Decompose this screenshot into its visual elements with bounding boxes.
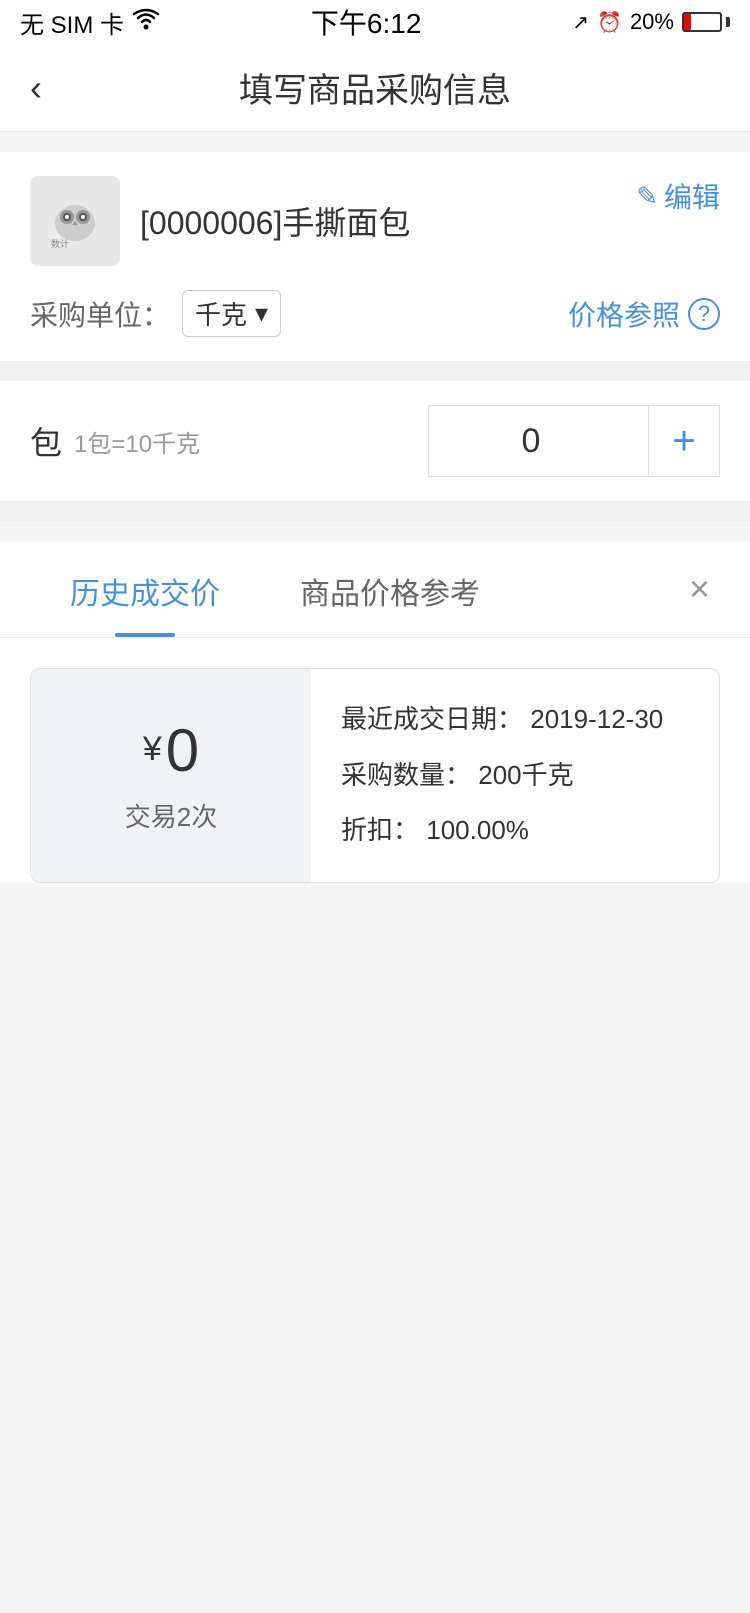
trade-price-panel: ¥ 0 交易2次 — [31, 669, 311, 882]
trade-price-amount: ¥ 0 — [143, 716, 199, 785]
product-thumbnail: 数计 — [30, 176, 120, 266]
quantity-row: 包 1包=10千克 + — [0, 381, 750, 501]
edit-button[interactable]: ✎ 编辑 — [636, 176, 720, 216]
price-number: 0 — [166, 716, 199, 785]
svg-text:数计: 数计 — [51, 238, 69, 249]
tabs-header: 历史成交价 商品价格参考 × — [0, 541, 750, 638]
help-icon: ? — [688, 298, 720, 330]
trade-count: 交易2次 — [125, 797, 217, 834]
unit-label: 采购单位： — [30, 294, 170, 334]
qty-label-group: 包 1包=10千克 — [30, 418, 200, 464]
discount-row: 折扣： 100.00% — [341, 810, 689, 852]
status-time: 下午6:12 — [311, 2, 422, 42]
wifi-icon — [132, 8, 160, 37]
price-ref-label: 价格参照 — [568, 294, 680, 334]
quantity-input[interactable] — [428, 405, 648, 477]
unit-value: 千克 — [195, 295, 247, 332]
unit-selector-group: 采购单位： 千克 ▾ — [30, 290, 281, 337]
qty-conversion-note: 1包=10千克 — [74, 424, 200, 459]
tabs-divider — [0, 501, 750, 521]
discount-label: 折扣： — [341, 815, 419, 845]
purchase-qty-label: 采购数量： — [341, 760, 471, 790]
product-unit-row: 采购单位： 千克 ▾ 价格参照 ? — [30, 290, 720, 337]
battery-percent: 20% — [630, 9, 674, 35]
trade-detail-panel: 最近成交日期： 2019-12-30 采购数量： 200千克 折扣： 100.0… — [311, 669, 719, 882]
recent-date-row: 最近成交日期： 2019-12-30 — [341, 699, 689, 741]
purchase-qty-value: 200千克 — [478, 760, 573, 790]
alarm-icon: ⏰ — [597, 10, 622, 35]
purchase-qty-row: 采购数量： 200千克 — [341, 755, 689, 797]
battery-indicator — [682, 12, 730, 32]
product-section: 数计 [0000006]手撕面包 ✎ 编辑 采购单位： 千克 ▾ 价格参照 ? — [0, 152, 750, 361]
nav-bar: ‹ 填写商品采购信息 — [0, 44, 750, 132]
tabs-close-button[interactable]: × — [679, 558, 720, 620]
product-left: 数计 [0000006]手撕面包 — [30, 176, 410, 266]
no-sim-text: 无 SIM 卡 — [20, 5, 124, 40]
currency-symbol: ¥ — [143, 730, 162, 769]
recent-date-label: 最近成交日期： — [341, 704, 523, 734]
trade-card: ¥ 0 交易2次 最近成交日期： 2019-12-30 采购数量： 200千克 … — [30, 668, 720, 883]
status-bar: 无 SIM 卡 下午6:12 ↗ ⏰ 20% — [0, 0, 750, 44]
product-header: 数计 [0000006]手撕面包 ✎ 编辑 — [30, 176, 720, 266]
qty-unit-badge: 包 — [30, 418, 62, 464]
location-icon: ↗ — [572, 10, 589, 35]
status-right: ↗ ⏰ 20% — [572, 9, 730, 35]
tabs-section: 历史成交价 商品价格参考 × ¥ 0 交易2次 最近成交日期： 2019-12-… — [0, 541, 750, 883]
qty-input-group: + — [428, 405, 720, 477]
unit-dropdown[interactable]: 千克 ▾ — [182, 290, 281, 337]
section-divider — [0, 361, 750, 381]
main-background — [0, 913, 750, 1613]
product-name: [0000006]手撕面包 — [140, 198, 410, 244]
status-left: 无 SIM 卡 — [20, 5, 160, 40]
page-title: 填写商品采购信息 — [239, 63, 511, 112]
quantity-plus-button[interactable]: + — [648, 405, 720, 477]
edit-icon: ✎ — [636, 181, 658, 212]
dropdown-arrow-icon: ▾ — [255, 298, 268, 329]
tab-history-price[interactable]: 历史成交价 — [30, 541, 260, 637]
recent-date-value: 2019-12-30 — [530, 704, 663, 734]
back-button[interactable]: ‹ — [30, 57, 52, 119]
price-reference-button[interactable]: 价格参照 ? — [568, 294, 720, 334]
discount-value: 100.00% — [426, 815, 529, 845]
tab-product-price-ref[interactable]: 商品价格参考 — [260, 541, 520, 637]
